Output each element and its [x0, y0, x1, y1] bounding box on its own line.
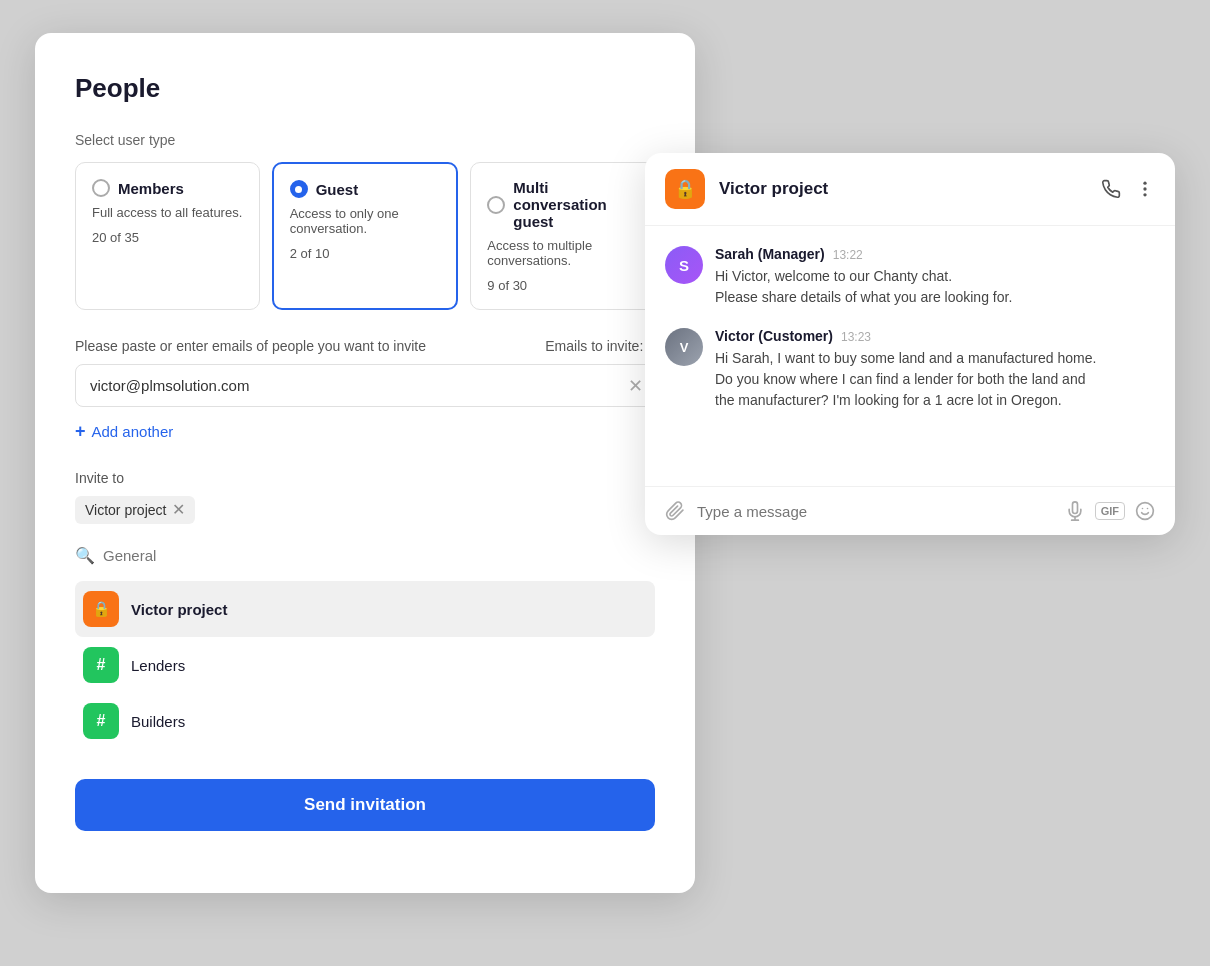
message-content-victor: Victor (Customer) 13:23 Hi Sarah, I want…: [715, 328, 1155, 411]
chat-lock-icon: 🔒: [674, 178, 696, 200]
emoji-button[interactable]: [1135, 501, 1155, 521]
modal-title: People: [75, 73, 655, 104]
chat-messages: S Sarah (Manager) 13:22 Hi Victor, welco…: [645, 226, 1175, 486]
phone-button[interactable]: [1101, 179, 1121, 199]
sender-sarah: Sarah (Manager): [715, 246, 825, 262]
chat-panel: 🔒 Victor project S: [645, 153, 1175, 535]
chat-title: Victor project: [719, 179, 1087, 199]
members-name: Members: [118, 180, 184, 197]
members-count: 20 of 35: [92, 230, 243, 245]
microphone-button[interactable]: [1065, 501, 1085, 521]
multi-guest-count: 9 of 30: [487, 278, 638, 293]
invite-section-header: Please paste or enter emails of people y…: [75, 338, 655, 354]
invited-tag: Victor project ✕: [75, 496, 195, 524]
attachment-icon: [665, 501, 685, 521]
user-type-guest-header: Guest: [290, 180, 441, 198]
user-type-options: Members Full access to all features. 20 …: [75, 162, 655, 310]
lenders-icon: #: [83, 647, 119, 683]
svg-point-0: [1143, 182, 1146, 185]
svg-point-1: [1143, 187, 1146, 190]
time-sarah: 13:22: [833, 248, 863, 262]
more-options-icon: [1135, 179, 1155, 199]
select-user-label: Select user type: [75, 132, 655, 148]
multi-guest-name: Multi conversation guest: [513, 179, 638, 230]
user-type-members[interactable]: Members Full access to all features. 20 …: [75, 162, 260, 310]
text-victor: Hi Sarah, I want to buy some land and a …: [715, 348, 1155, 411]
invite-to-label: Invite to: [75, 470, 655, 486]
sender-victor: Victor (Customer): [715, 328, 833, 344]
chat-header-actions: [1101, 179, 1155, 199]
channel-name-victor-project: Victor project: [131, 601, 227, 618]
chat-input-area: GIF: [645, 486, 1175, 535]
guest-name: Guest: [316, 181, 359, 198]
svg-point-5: [1137, 503, 1154, 520]
search-row: 🔍: [75, 538, 655, 573]
invited-tags: Victor project ✕: [75, 496, 655, 524]
add-another-button[interactable]: + Add another: [75, 421, 173, 442]
plus-icon: +: [75, 421, 86, 442]
radio-multi-guest[interactable]: [487, 196, 505, 214]
avatar-sarah: S: [665, 246, 703, 284]
channel-item-victor-project[interactable]: 🔒 Victor project: [75, 581, 655, 637]
guest-count: 2 of 10: [290, 246, 441, 261]
gif-button[interactable]: GIF: [1095, 502, 1125, 520]
invite-label: Please paste or enter emails of people y…: [75, 338, 426, 354]
emoji-icon: [1135, 501, 1155, 521]
text-sarah: Hi Victor, welcome to our Chanty chat.Pl…: [715, 266, 1155, 308]
user-type-members-header: Members: [92, 179, 243, 197]
message-row-victor: V Victor (Customer) 13:23 Hi Sarah, I wa…: [665, 328, 1155, 411]
hash-icon-builders: #: [97, 712, 106, 730]
radio-guest[interactable]: [290, 180, 308, 198]
invited-tag-label: Victor project: [85, 502, 166, 518]
channel-name-lenders: Lenders: [131, 657, 185, 674]
emails-to-invite: Emails to invite: 1: [545, 338, 655, 354]
message-row-sarah: S Sarah (Manager) 13:22 Hi Victor, welco…: [665, 246, 1155, 308]
builders-icon: #: [83, 703, 119, 739]
channel-name-builders: Builders: [131, 713, 185, 730]
channel-item-lenders[interactable]: # Lenders: [75, 637, 655, 693]
chat-header-icon: 🔒: [665, 169, 705, 209]
hash-icon: #: [97, 656, 106, 674]
add-another-label: Add another: [92, 423, 174, 440]
email-input[interactable]: [75, 364, 655, 407]
more-options-button[interactable]: [1135, 179, 1155, 199]
invite-modal: People Select user type Members Full acc…: [35, 33, 695, 893]
chat-input-right: GIF: [1065, 501, 1155, 521]
message-content-sarah: Sarah (Manager) 13:22 Hi Victor, welcome…: [715, 246, 1155, 308]
radio-members[interactable]: [92, 179, 110, 197]
channel-list: 🔒 Victor project # Lenders # Builders: [75, 581, 655, 749]
phone-icon: [1101, 179, 1121, 199]
members-desc: Full access to all features.: [92, 205, 243, 220]
user-type-guest[interactable]: Guest Access to only one conversation. 2…: [272, 162, 459, 310]
chat-header: 🔒 Victor project: [645, 153, 1175, 226]
microphone-icon: [1065, 501, 1085, 521]
attachment-button[interactable]: [665, 501, 685, 521]
send-invitation-button[interactable]: Send invitation: [75, 779, 655, 831]
channel-search-input[interactable]: [103, 547, 655, 564]
multi-guest-desc: Access to multiple conversations.: [487, 238, 638, 268]
channel-item-builders[interactable]: # Builders: [75, 693, 655, 749]
message-input[interactable]: [697, 503, 1053, 520]
user-type-multi-guest[interactable]: Multi conversation guest Access to multi…: [470, 162, 655, 310]
email-input-wrapper: ✕: [75, 364, 655, 407]
message-header-sarah: Sarah (Manager) 13:22: [715, 246, 1155, 262]
time-victor: 13:23: [841, 330, 871, 344]
user-type-multi-guest-header: Multi conversation guest: [487, 179, 638, 230]
guest-desc: Access to only one conversation.: [290, 206, 441, 236]
message-header-victor: Victor (Customer) 13:23: [715, 328, 1155, 344]
clear-icon[interactable]: ✕: [628, 377, 643, 395]
victor-project-icon: 🔒: [83, 591, 119, 627]
avatar-victor: V: [665, 328, 703, 366]
search-icon: 🔍: [75, 546, 95, 565]
tag-remove-icon[interactable]: ✕: [172, 502, 185, 518]
svg-point-2: [1143, 193, 1146, 196]
lock-icon: 🔒: [92, 600, 111, 618]
